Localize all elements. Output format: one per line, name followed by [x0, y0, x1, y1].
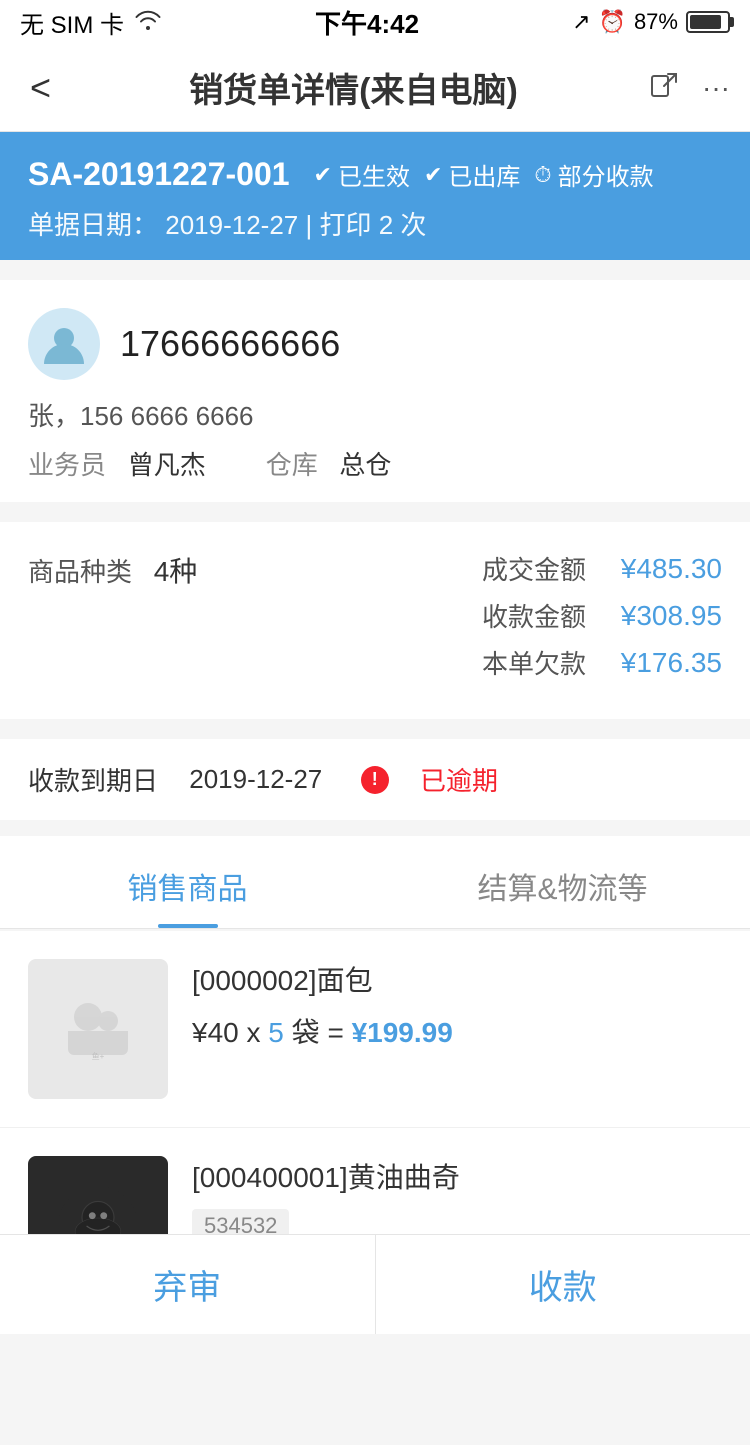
debt-row: 本单欠款 ¥176.35 — [482, 644, 722, 681]
confirm-button[interactable]: 收款 — [376, 1235, 750, 1334]
banner-top: SA-20191227-001 ✔ 已生效 ✔ 已出库 ⏱ 部分收款 — [28, 156, 722, 193]
tab-settlement[interactable]: 结算&物流等 — [375, 836, 750, 928]
location-icon: ↗ — [572, 9, 590, 35]
nav-actions: ··· — [646, 66, 730, 109]
warehouse-label: 仓库 — [266, 450, 318, 480]
amount-label: 成交金额 — [482, 550, 586, 587]
equals-1: = — [327, 1017, 351, 1048]
received-value: ¥308.95 — [602, 600, 722, 632]
price-sep-1: x — [247, 1017, 269, 1048]
print-count: 2 — [379, 210, 393, 240]
qty-1: 5 — [268, 1017, 284, 1048]
sales-person: 业务员 曾凡杰 — [28, 445, 206, 482]
svg-text:鱼+: 鱼+ — [92, 1051, 105, 1061]
status-bar: 无 SIM 卡 下午4:42 ↗ ⏰ 87% — [0, 0, 750, 44]
more-icon[interactable]: ··· — [702, 72, 730, 104]
overdue-warning-icon: ! — [361, 766, 389, 794]
debt-label: 本单欠款 — [482, 644, 586, 681]
customer-contact: 张，156 6666 6666 — [28, 396, 722, 433]
check-icon-2: ✔ — [424, 162, 442, 188]
product-details-1: [0000002]面包 ¥40 x 5 袋 = ¥199.99 — [192, 959, 722, 1051]
sales-person-value: 曾凡杰 — [128, 450, 206, 480]
debt-value: ¥176.35 — [602, 647, 722, 679]
received-row: 收款金额 ¥308.95 — [482, 597, 722, 634]
status-shipped: ✔ 已出库 — [424, 157, 520, 192]
header-banner: SA-20191227-001 ✔ 已生效 ✔ 已出库 ⏱ 部分收款 单据日期：… — [0, 132, 750, 260]
back-button[interactable]: < — [20, 57, 61, 119]
status-shipped-label: 已出库 — [448, 157, 520, 192]
status-partial-label: 部分收款 — [558, 157, 654, 192]
status-effective: ✔ 已生效 — [314, 157, 410, 192]
cancel-button[interactable]: 弃审 — [0, 1235, 376, 1334]
product-name-1: [0000002]面包 — [192, 959, 722, 999]
amount-row: 成交金额 ¥485.30 — [482, 550, 722, 587]
received-label: 收款金额 — [482, 597, 586, 634]
overdue-status: 已逾期 — [420, 761, 498, 798]
status-effective-label: 已生效 — [338, 157, 410, 192]
customer-section: 17666666666 张，156 6666 6666 业务员 曾凡杰 仓库 总… — [0, 280, 750, 502]
product-image-1: 鱼+ — [28, 959, 168, 1099]
overdue-date: 2019-12-27 — [189, 764, 322, 795]
stats-section: 商品种类 4种 成交金额 ¥485.30 收款金额 ¥308.95 本单欠款 ¥… — [0, 522, 750, 719]
customer-meta: 业务员 曾凡杰 仓库 总仓 — [28, 445, 722, 482]
overdue-label: 收款到期日 — [28, 761, 158, 798]
category-label: 商品种类 — [28, 557, 132, 587]
customer-account: 17666666666 — [120, 323, 340, 365]
status-partial: ⏱ 部分收款 — [534, 157, 653, 192]
warehouse-value: 总仓 — [339, 450, 391, 480]
sales-person-label: 业务员 — [28, 450, 106, 480]
total-1: ¥199.99 — [352, 1017, 453, 1048]
customer-top: 17666666666 — [28, 308, 722, 380]
financial-stats: 成交金额 ¥485.30 收款金额 ¥308.95 本单欠款 ¥176.35 — [482, 550, 722, 691]
overdue-section: 收款到期日 2019-12-27 ! 已逾期 — [0, 739, 750, 820]
unit-1: 袋 — [292, 1017, 320, 1048]
alarm-icon: ⏰ — [599, 9, 626, 35]
wifi-icon — [134, 8, 162, 37]
category-count: 4种 — [154, 556, 198, 587]
share-icon[interactable] — [646, 66, 682, 109]
customer-avatar — [28, 308, 100, 380]
price-base-1: ¥40 — [192, 1017, 239, 1048]
nav-bar: < 销货单详情(来自电脑) ··· — [0, 44, 750, 132]
product-price-1: ¥40 x 5 袋 = ¥199.99 — [192, 1011, 722, 1051]
tabs-section: 销售商品 结算&物流等 — [0, 836, 750, 929]
order-date: 2019-12-27 — [165, 210, 298, 240]
clock-icon: ⏱ — [534, 162, 551, 188]
status-time: 下午4:42 — [315, 4, 419, 41]
print-suffix: 次 — [400, 210, 426, 240]
print-separator: | 打印 — [305, 210, 371, 240]
check-icon-1: ✔ — [314, 162, 332, 188]
status-left: 无 SIM 卡 — [20, 5, 162, 40]
battery-percent: 87% — [634, 9, 678, 35]
battery-icon — [686, 11, 730, 33]
status-badges: ✔ 已生效 ✔ 已出库 ⏱ 部分收款 — [314, 157, 654, 192]
category-stats: 商品种类 4种 — [28, 550, 197, 590]
bottom-bar: 弃审 收款 — [0, 1234, 750, 1334]
amount-value: ¥485.30 — [602, 553, 722, 585]
banner-date: 单据日期： 2019-12-27 | 打印 2 次 — [28, 205, 722, 242]
tab-sales[interactable]: 销售商品 — [0, 836, 375, 928]
product-name-2: [000400001]黄油曲奇 — [192, 1156, 722, 1196]
warehouse: 仓库 总仓 — [266, 445, 392, 482]
carrier-label: 无 SIM 卡 — [20, 5, 124, 40]
date-label: 单据日期： — [28, 210, 158, 240]
page-title: 销货单详情(来自电脑) — [189, 63, 518, 112]
order-id: SA-20191227-001 — [28, 156, 290, 193]
status-right: ↗ ⏰ 87% — [572, 9, 730, 35]
list-item: 鱼+ [0000002]面包 ¥40 x 5 袋 = ¥199.99 — [0, 931, 750, 1128]
